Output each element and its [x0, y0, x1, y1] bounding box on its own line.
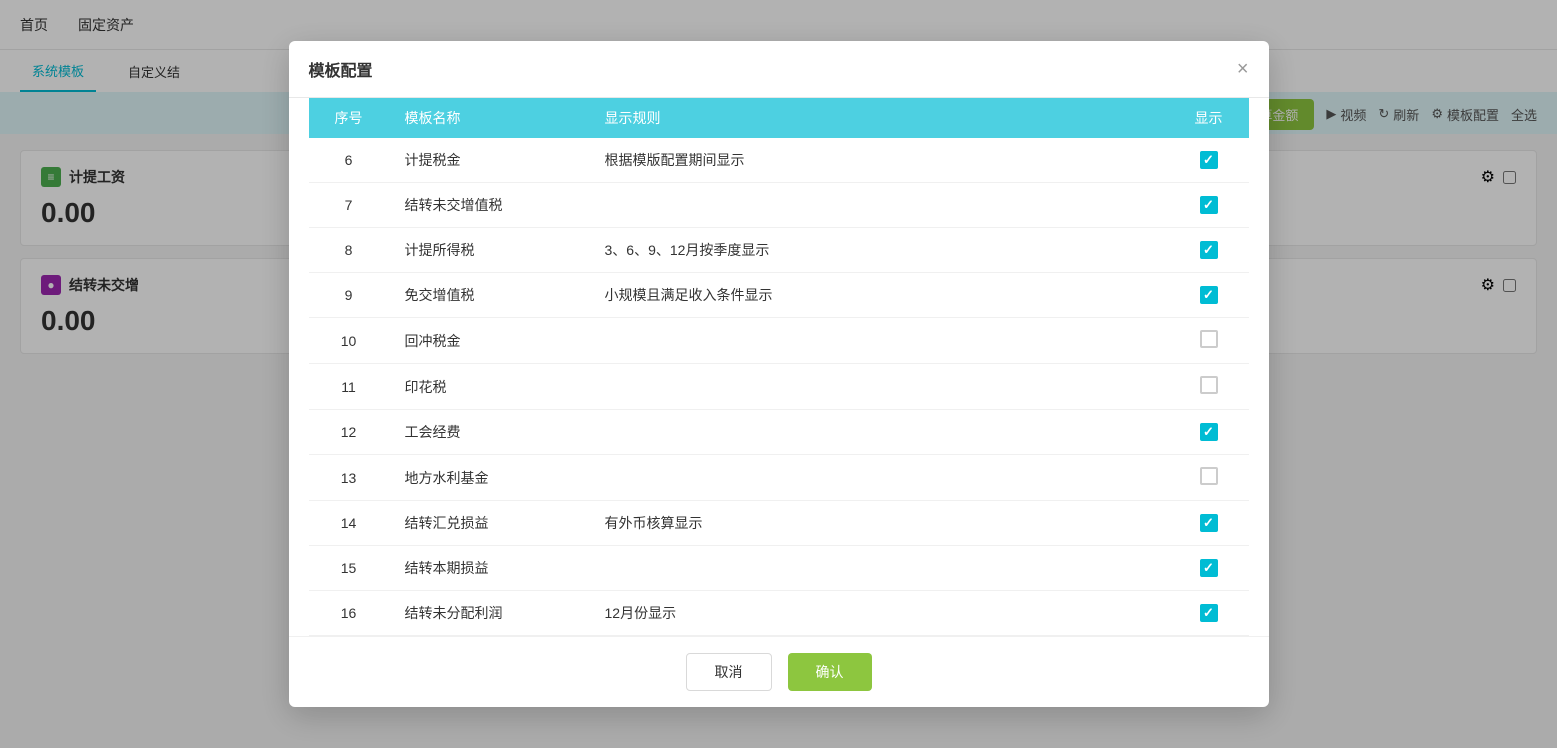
row-checkbox[interactable] [1200, 467, 1218, 485]
col-header-display: 显示 [1169, 98, 1249, 138]
table-body: 6计提税金根据模版配置期间显示7结转未交增值税8计提所得税3、6、9、12月按季… [309, 138, 1249, 636]
cell-rule [589, 318, 1169, 364]
cell-seq: 15 [309, 546, 389, 591]
cell-seq: 16 [309, 591, 389, 636]
table-row: 12工会经费 [309, 410, 1249, 455]
modal-body-inner: 序号 模板名称 显示规则 显示 6计提税金根据模版配置期间显示7结转未交增值税8… [309, 98, 1249, 636]
cell-name: 回冲税金 [389, 318, 589, 364]
cell-checkbox[interactable] [1169, 273, 1249, 318]
table-head: 序号 模板名称 显示规则 显示 [309, 98, 1249, 138]
table-row: 11印花税 [309, 364, 1249, 410]
cell-name: 结转本期损益 [389, 546, 589, 591]
cell-checkbox[interactable] [1169, 318, 1249, 364]
cell-rule: 12月份显示 [589, 591, 1169, 636]
cell-seq: 6 [309, 138, 389, 183]
cell-checkbox[interactable] [1169, 546, 1249, 591]
table-row: 15结转本期损益 [309, 546, 1249, 591]
table-row: 10回冲税金 [309, 318, 1249, 364]
confirm-button[interactable]: 确认 [788, 653, 872, 691]
modal-close-button[interactable]: × [1237, 59, 1249, 79]
cell-name: 工会经费 [389, 410, 589, 455]
cell-seq: 8 [309, 228, 389, 273]
cell-name: 计提所得税 [389, 228, 589, 273]
table-row: 6计提税金根据模版配置期间显示 [309, 138, 1249, 183]
modal-body: 序号 模板名称 显示规则 显示 6计提税金根据模版配置期间显示7结转未交增值税8… [289, 98, 1269, 636]
cell-name: 结转未交增值税 [389, 183, 589, 228]
col-header-name: 模板名称 [389, 98, 589, 138]
cell-name: 结转汇兑损益 [389, 501, 589, 546]
table-row: 7结转未交增值税 [309, 183, 1249, 228]
modal-header: 模板配置 × [289, 41, 1269, 98]
cell-checkbox[interactable] [1169, 410, 1249, 455]
cell-seq: 9 [309, 273, 389, 318]
row-checkbox[interactable] [1200, 151, 1218, 169]
cell-checkbox[interactable] [1169, 138, 1249, 183]
cell-rule [589, 183, 1169, 228]
row-checkbox[interactable] [1200, 559, 1218, 577]
cell-rule: 小规模且满足收入条件显示 [589, 273, 1169, 318]
row-checkbox[interactable] [1200, 330, 1218, 348]
cell-seq: 10 [309, 318, 389, 364]
row-checkbox[interactable] [1200, 241, 1218, 259]
cell-rule [589, 410, 1169, 455]
cell-rule: 有外币核算显示 [589, 501, 1169, 546]
cell-seq: 11 [309, 364, 389, 410]
table-header-row: 序号 模板名称 显示规则 显示 [309, 98, 1249, 138]
modal-footer: 取消 确认 [289, 636, 1269, 707]
config-table: 序号 模板名称 显示规则 显示 6计提税金根据模版配置期间显示7结转未交增值税8… [309, 98, 1249, 636]
cell-checkbox[interactable] [1169, 183, 1249, 228]
cell-rule: 3、6、9、12月按季度显示 [589, 228, 1169, 273]
row-checkbox[interactable] [1200, 514, 1218, 532]
cell-checkbox[interactable] [1169, 228, 1249, 273]
cell-seq: 7 [309, 183, 389, 228]
col-header-seq: 序号 [309, 98, 389, 138]
row-checkbox[interactable] [1200, 423, 1218, 441]
row-checkbox[interactable] [1200, 376, 1218, 394]
cell-checkbox[interactable] [1169, 364, 1249, 410]
cell-seq: 13 [309, 455, 389, 501]
table-row: 16结转未分配利润12月份显示 [309, 591, 1249, 636]
cell-checkbox[interactable] [1169, 501, 1249, 546]
cell-name: 印花税 [389, 364, 589, 410]
cell-checkbox[interactable] [1169, 591, 1249, 636]
table-row: 8计提所得税3、6、9、12月按季度显示 [309, 228, 1249, 273]
cell-rule [589, 364, 1169, 410]
table-row: 13地方水利基金 [309, 455, 1249, 501]
cell-name: 计提税金 [389, 138, 589, 183]
cell-rule [589, 455, 1169, 501]
cancel-button[interactable]: 取消 [686, 653, 772, 691]
row-checkbox[interactable] [1200, 196, 1218, 214]
row-checkbox[interactable] [1200, 604, 1218, 622]
cell-rule: 根据模版配置期间显示 [589, 138, 1169, 183]
table-row: 9免交增值税小规模且满足收入条件显示 [309, 273, 1249, 318]
cell-name: 免交增值税 [389, 273, 589, 318]
cell-name: 结转未分配利润 [389, 591, 589, 636]
modal-template-config: 模板配置 × 序号 模板名称 显示规则 显示 6计提税金根据模版配置期间显 [289, 41, 1269, 707]
table-row: 14结转汇兑损益有外币核算显示 [309, 501, 1249, 546]
cell-seq: 12 [309, 410, 389, 455]
modal-overlay: 模板配置 × 序号 模板名称 显示规则 显示 6计提税金根据模版配置期间显 [0, 0, 1557, 748]
cell-seq: 14 [309, 501, 389, 546]
modal-title: 模板配置 [309, 57, 373, 81]
cell-name: 地方水利基金 [389, 455, 589, 501]
col-header-rule: 显示规则 [589, 98, 1169, 138]
cell-rule [589, 546, 1169, 591]
cell-checkbox[interactable] [1169, 455, 1249, 501]
row-checkbox[interactable] [1200, 286, 1218, 304]
